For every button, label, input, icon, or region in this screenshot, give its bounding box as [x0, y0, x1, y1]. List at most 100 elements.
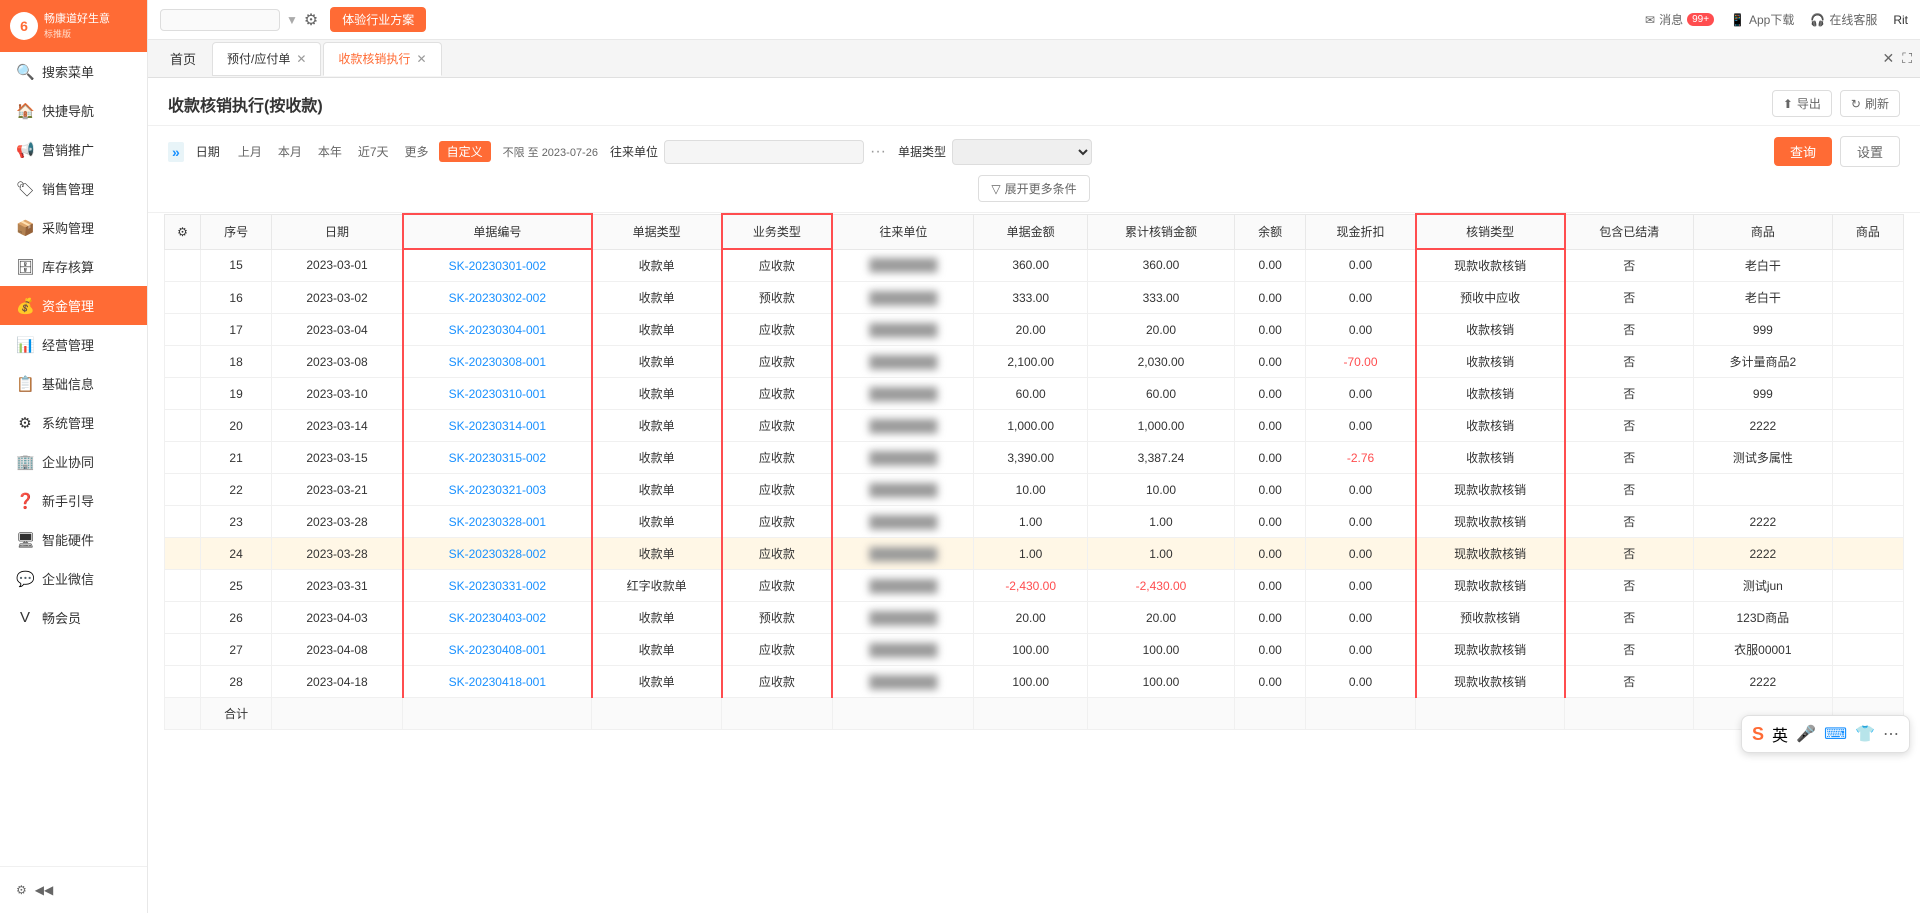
- sidebar-bottom-settings[interactable]: ⚙ ◀◀: [0, 875, 147, 905]
- table-row[interactable]: 222023-03-21SK-20230321-003收款单应收款███████…: [165, 474, 1904, 506]
- filter-partner-field: 往来单位 ···: [610, 140, 886, 164]
- bill-no-link[interactable]: SK-20230403-002: [449, 611, 546, 625]
- table-row[interactable]: 202023-03-14SK-20230314-001收款单应收款███████…: [165, 410, 1904, 442]
- tab-controls: ✕ ⛶: [1882, 50, 1912, 67]
- bill-no-link[interactable]: SK-20230408-001: [449, 643, 546, 657]
- tab-home[interactable]: 首页: [156, 42, 210, 76]
- tab-prepay-close[interactable]: ✕: [296, 52, 306, 66]
- table-row[interactable]: 232023-03-28SK-20230328-001收款单应收款███████…: [165, 506, 1904, 538]
- sidebar-item-wechat[interactable]: 💬 企业微信: [0, 559, 147, 598]
- sidebar-item-enterprise[interactable]: 🏢 企业协同: [0, 442, 147, 481]
- wechat-icon: 💬: [16, 570, 34, 588]
- sidebar-item-basic-info[interactable]: 📋 基础信息: [0, 364, 147, 403]
- topbar-dropdown-icon[interactable]: ▼: [286, 13, 298, 27]
- table-row[interactable]: 282023-04-18SK-20230418-001收款单应收款███████…: [165, 666, 1904, 698]
- sidebar-item-hardware[interactable]: 🖥 智能硬件: [0, 520, 147, 559]
- col-cumulative-cancel: 累计核销金额: [1087, 214, 1234, 249]
- bill-no-link[interactable]: SK-20230304-001: [449, 323, 546, 337]
- topbar-user[interactable]: Rit: [1893, 13, 1908, 27]
- sidebar-menu: 🔍 搜索菜单 🏠 快捷导航 📢 营销推广 🏷 销售管理 📦 采购管理 🗄 库存核…: [0, 52, 147, 637]
- bill-no-link[interactable]: SK-20230308-001: [449, 355, 546, 369]
- table-row[interactable]: 242023-03-28SK-20230328-002收款单应收款███████…: [165, 538, 1904, 570]
- tab-receipt-exec[interactable]: 收款核销执行 ✕: [323, 42, 441, 76]
- sidebar-item-operation[interactable]: 📊 经营管理: [0, 325, 147, 364]
- date-custom-btn[interactable]: 自定义: [439, 141, 491, 162]
- more-icon[interactable]: ⋯: [1883, 724, 1899, 744]
- keyboard-icon[interactable]: ⌨: [1824, 724, 1847, 744]
- topbar-message[interactable]: ✉ 消息 99+: [1645, 11, 1714, 28]
- filter-date-buttons: 上月 本月 本年 近7天 更多 自定义: [232, 141, 491, 162]
- sidebar-item-marketing[interactable]: 📢 营销推广: [0, 130, 147, 169]
- message-icon: ✉: [1645, 13, 1655, 27]
- bill-no-link[interactable]: SK-20230314-001: [449, 419, 546, 433]
- tab-prepay-payable[interactable]: 预付/应付单 ✕: [212, 42, 321, 76]
- main-area: ▼ ⚙ 体验行业方案 ✉ 消息 99+ 📱 App下载 🎧 在线客服 Rit 首…: [148, 0, 1920, 913]
- setting-button[interactable]: 设置: [1840, 136, 1900, 167]
- table-row[interactable]: 262023-04-03SK-20230403-002收款单预收款███████…: [165, 602, 1904, 634]
- app-label: App下载: [1749, 11, 1794, 28]
- filter-toggle-button[interactable]: »: [168, 142, 184, 162]
- bill-no-link[interactable]: SK-20230302-002: [449, 291, 546, 305]
- bill-no-link[interactable]: SK-20230328-001: [449, 515, 546, 529]
- table-row[interactable]: 192023-03-10SK-20230310-001收款单应收款███████…: [165, 378, 1904, 410]
- expand-more-button[interactable]: ▽ 展开更多条件: [978, 175, 1089, 202]
- table-row[interactable]: 252023-03-31SK-20230331-002红字收款单应收款█████…: [165, 570, 1904, 602]
- sidebar-item-sales[interactable]: 🏷 销售管理: [0, 169, 147, 208]
- bill-no-link[interactable]: SK-20230301-002: [449, 259, 546, 273]
- topbar-app-download[interactable]: 📱 App下载: [1730, 11, 1794, 28]
- table-row[interactable]: 272023-04-08SK-20230408-001收款单应收款███████…: [165, 634, 1904, 666]
- export-button[interactable]: ⬆ 导出: [1772, 90, 1832, 117]
- tabbar: 首页 预付/应付单 ✕ 收款核销执行 ✕ ✕ ⛶: [148, 40, 1920, 78]
- sidebar-item-search[interactable]: 🔍 搜索菜单: [0, 52, 147, 91]
- date-this-year-btn[interactable]: 本年: [312, 141, 348, 162]
- system-icon: ⚙: [16, 414, 34, 432]
- col-gear[interactable]: ⚙: [165, 214, 201, 249]
- basic-icon: 📋: [16, 375, 34, 393]
- table-row[interactable]: 212023-03-15SK-20230315-002收款单应收款███████…: [165, 442, 1904, 474]
- refresh-label: 刷新: [1865, 95, 1889, 112]
- sidebar-item-finance[interactable]: 💰 资金管理: [0, 286, 147, 325]
- partner-input[interactable]: [664, 140, 864, 164]
- bill-no-link[interactable]: SK-20230315-002: [449, 451, 546, 465]
- date-7days-btn[interactable]: 近7天: [352, 141, 395, 162]
- sidebar-item-purchase[interactable]: 📦 采购管理: [0, 208, 147, 247]
- app-icon: 📱: [1730, 13, 1745, 27]
- col-cancel-type: 核销类型: [1416, 214, 1565, 249]
- bill-no-link[interactable]: SK-20230321-003: [449, 483, 546, 497]
- filter-dots[interactable]: ···: [870, 143, 886, 161]
- table-row[interactable]: 172023-03-04SK-20230304-001收款单应收款███████…: [165, 314, 1904, 346]
- sidebar-item-guide[interactable]: ❓ 新手引导: [0, 481, 147, 520]
- tab-expand-button[interactable]: ⛶: [1902, 50, 1912, 67]
- bill-no-link[interactable]: SK-20230310-001: [449, 387, 546, 401]
- bill-no-link[interactable]: SK-20230328-002: [449, 547, 546, 561]
- page-content: 收款核销执行(按收款) ⬆ 导出 ↻ 刷新 » 日期 上月 本月: [148, 78, 1920, 913]
- table-row[interactable]: 162023-03-02SK-20230302-002收款单预收款███████…: [165, 282, 1904, 314]
- sidebar-item-member[interactable]: V 畅会员: [0, 598, 147, 637]
- bill-type-select[interactable]: [952, 139, 1092, 165]
- col-bill-amount: 单据金额: [974, 214, 1087, 249]
- bill-no-link[interactable]: SK-20230418-001: [449, 675, 546, 689]
- bill-no-link[interactable]: SK-20230331-002: [449, 579, 546, 593]
- sidebar-item-inventory[interactable]: 🗄 库存核算: [0, 247, 147, 286]
- refresh-button[interactable]: ↻ 刷新: [1840, 90, 1900, 117]
- sidebar-item-system[interactable]: ⚙ 系统管理: [0, 403, 147, 442]
- topbar-search-input[interactable]: [160, 9, 280, 31]
- shirt-icon[interactable]: 👕: [1855, 724, 1875, 744]
- refresh-icon: ↻: [1851, 97, 1861, 111]
- filter-date-label: 日期: [196, 143, 220, 160]
- date-this-month-btn[interactable]: 本月: [272, 141, 308, 162]
- export-icon: ⬆: [1783, 97, 1793, 111]
- date-last-month-btn[interactable]: 上月: [232, 141, 268, 162]
- query-button[interactable]: 查询: [1774, 137, 1832, 166]
- solution-button[interactable]: 体验行业方案: [330, 7, 426, 32]
- mic-icon[interactable]: 🎤: [1796, 724, 1816, 744]
- tab-receipt-close[interactable]: ✕: [416, 52, 426, 66]
- sidebar-item-quick-nav[interactable]: 🏠 快捷导航: [0, 91, 147, 130]
- table-row[interactable]: 152023-03-01SK-20230301-002收款单应收款███████…: [165, 249, 1904, 282]
- date-more-btn[interactable]: 更多: [399, 141, 435, 162]
- topbar-service[interactable]: 🎧 在线客服: [1810, 11, 1877, 28]
- tab-close-all-button[interactable]: ✕: [1882, 50, 1894, 67]
- sidebar: 6 畅康道好生意 标推版 🔍 搜索菜单 🏠 快捷导航 📢 营销推广 🏷 销售管理…: [0, 0, 148, 913]
- table-row[interactable]: 182023-03-08SK-20230308-001收款单应收款███████…: [165, 346, 1904, 378]
- topbar-gear-icon[interactable]: ⚙: [304, 10, 318, 30]
